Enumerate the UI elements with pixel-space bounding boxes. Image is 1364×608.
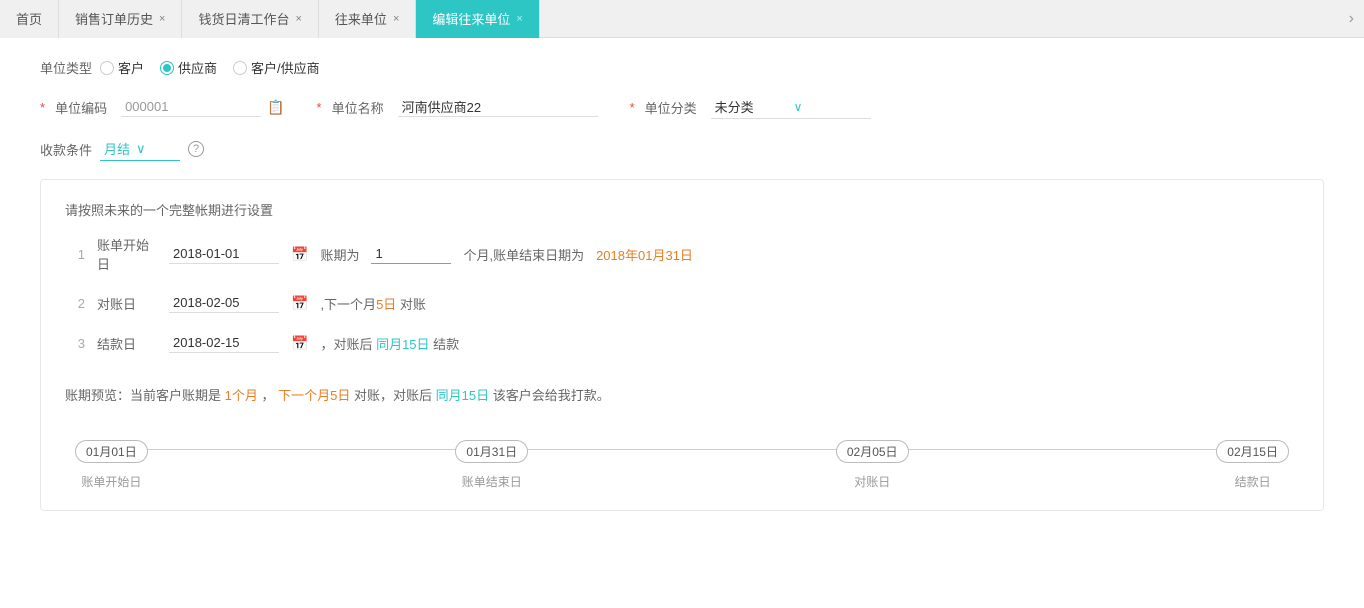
unit-name-star: * xyxy=(317,100,322,115)
period-input[interactable] xyxy=(371,244,451,264)
unit-type-label: 单位类型 xyxy=(40,58,92,77)
radio-circle-both xyxy=(233,61,247,75)
unit-code-star: * xyxy=(40,100,45,115)
close-tab-edit-partner[interactable]: × xyxy=(516,13,522,25)
payment-date-calendar-icon[interactable]: 📅 xyxy=(291,335,308,352)
payment-condition-select[interactable]: 月结 ∨ xyxy=(100,137,180,161)
unit-category-star: * xyxy=(630,100,635,115)
tabs-bar: 首页 销售订单历史 × 钱货日清工作台 × 往来单位 × 编辑往来单位 × › xyxy=(0,0,1364,38)
radio-customer[interactable]: 客户 xyxy=(100,58,144,77)
help-icon[interactable]: ? xyxy=(188,141,204,157)
tab-scroll-arrow[interactable]: › xyxy=(1339,10,1364,28)
reconcile-day-highlight: 5日 xyxy=(376,297,396,312)
radio-supplier[interactable]: 供应商 xyxy=(160,58,217,77)
row-label-2: 对账日 xyxy=(97,294,157,313)
payment-select-row: 月结 ∨ ? xyxy=(100,137,204,161)
payment-dropdown-icon: ∨ xyxy=(136,141,146,157)
unit-name-label: 单位名称 xyxy=(332,98,384,117)
tab-home[interactable]: 首页 xyxy=(0,0,59,38)
payment-date-input[interactable] xyxy=(169,333,279,353)
preview-text: 账期预览：当前客户账期是 1个月 ， 下一个月5日 对账，对账后 同月15日 该… xyxy=(65,385,1299,404)
payment-condition-row: 收款条件 月结 ∨ ? xyxy=(40,137,1324,161)
start-date-input[interactable] xyxy=(169,244,279,264)
payment-day-highlight: 同月15日 xyxy=(376,337,429,352)
preview-reconcile-day: 下一个月5日 xyxy=(278,388,350,403)
row-num-1: 1 xyxy=(65,247,85,262)
reconcile-date-input[interactable] xyxy=(169,293,279,313)
timeline-label-1: 账单结束日 xyxy=(462,473,522,490)
radio-circle-supplier xyxy=(160,61,174,75)
unit-name-field: * 单位名称 xyxy=(317,97,598,117)
unit-name-input[interactable] xyxy=(398,97,598,117)
row-num-3: 3 xyxy=(65,336,85,351)
close-tab-partner-unit[interactable]: × xyxy=(393,13,399,25)
preview-section: 账期预览：当前客户账期是 1个月 ， 下一个月5日 对账，对账后 同月15日 该… xyxy=(65,373,1299,490)
timeline-nodes: 01月01日 账单开始日 01月31日 账单结束日 02月05日 对账日 02月… xyxy=(75,440,1289,490)
unit-type-row: 单位类型 客户 供应商 客户/供应商 xyxy=(40,58,1324,77)
period-unit-text: 个月,账单结束日期为 xyxy=(463,245,584,264)
unit-code-field: * 单位编码 📋 xyxy=(40,97,285,117)
preview-payment-day: 同月15日 xyxy=(436,388,489,403)
radio-circle-customer xyxy=(100,61,114,75)
condition-row-3: 3 结款日 📅 ，对账后 同月15日 结款 xyxy=(65,333,1299,353)
timeline: 01月01日 账单开始日 01月31日 账单结束日 02月05日 对账日 02月… xyxy=(65,420,1299,490)
close-tab-sales-history[interactable]: × xyxy=(159,13,165,25)
reconcile-date-calendar-icon[interactable]: 📅 xyxy=(291,295,308,312)
section-hint: 请按照未来的一个完整帐期进行设置 xyxy=(65,200,1299,219)
timeline-tag-1: 01月31日 xyxy=(455,440,528,463)
timeline-label-2: 对账日 xyxy=(854,473,890,490)
unit-code-calendar-icon[interactable]: 📋 xyxy=(267,99,284,116)
unit-category-field: * 单位分类 未分类 ∨ xyxy=(630,95,871,119)
timeline-node-3: 02月15日 结款日 xyxy=(1216,440,1289,490)
timeline-tag-2: 02月05日 xyxy=(836,440,909,463)
tab-partner-unit[interactable]: 往来单位 × xyxy=(319,0,416,38)
tab-cash-work[interactable]: 钱货日清工作台 × xyxy=(182,0,318,38)
timeline-node-0: 01月01日 账单开始日 xyxy=(75,440,148,490)
end-date-highlight: 2018年01月31日 xyxy=(596,245,693,264)
fields-row: * 单位编码 📋 * 单位名称 * 单位分类 未分类 ∨ xyxy=(40,95,1324,119)
condition-row-1: 1 账单开始日 📅 账期为 个月,账单结束日期为 2018年01月31日 xyxy=(65,235,1299,273)
unit-code-label: 单位编码 xyxy=(55,98,107,117)
row-label-1: 账单开始日 xyxy=(97,235,157,273)
main-content: 单位类型 客户 供应商 客户/供应商 * 单位编码 📋 * 单位名称 xyxy=(0,38,1364,608)
timeline-label-0: 账单开始日 xyxy=(81,473,141,490)
timeline-tag-0: 01月01日 xyxy=(75,440,148,463)
unit-type-radio-group: 客户 供应商 客户/供应商 xyxy=(100,58,320,77)
unit-category-dropdown-icon: ∨ xyxy=(794,100,867,114)
unit-category-label: 单位分类 xyxy=(645,98,697,117)
radio-both[interactable]: 客户/供应商 xyxy=(233,58,320,77)
close-tab-cash-work[interactable]: × xyxy=(295,13,301,25)
timeline-tag-3: 02月15日 xyxy=(1216,440,1289,463)
row-num-2: 2 xyxy=(65,296,85,311)
reconcile-desc: ,下一个月5日 对账 xyxy=(320,294,425,313)
unit-category-select[interactable]: 未分类 ∨ xyxy=(711,95,871,119)
timeline-label-3: 结款日 xyxy=(1235,473,1271,490)
period-label: 账期为 xyxy=(320,245,359,264)
unit-code-input[interactable] xyxy=(121,97,261,117)
payment-condition-label: 收款条件 xyxy=(40,140,92,159)
start-date-calendar-icon[interactable]: 📅 xyxy=(291,246,308,263)
tab-edit-partner[interactable]: 编辑往来单位 × xyxy=(416,0,539,38)
row-label-3: 结款日 xyxy=(97,334,157,353)
tab-sales-history[interactable]: 销售订单历史 × xyxy=(59,0,182,38)
timeline-node-1: 01月31日 账单结束日 xyxy=(455,440,528,490)
preview-months: 1个月 xyxy=(225,388,258,403)
condition-row-2: 2 对账日 📅 ,下一个月5日 对账 xyxy=(65,293,1299,313)
condition-section: 请按照未来的一个完整帐期进行设置 1 账单开始日 📅 账期为 个月,账单结束日期… xyxy=(40,179,1324,511)
payment-desc: ，对账后 同月15日 结款 xyxy=(320,334,459,353)
timeline-node-2: 02月05日 对账日 xyxy=(836,440,909,490)
